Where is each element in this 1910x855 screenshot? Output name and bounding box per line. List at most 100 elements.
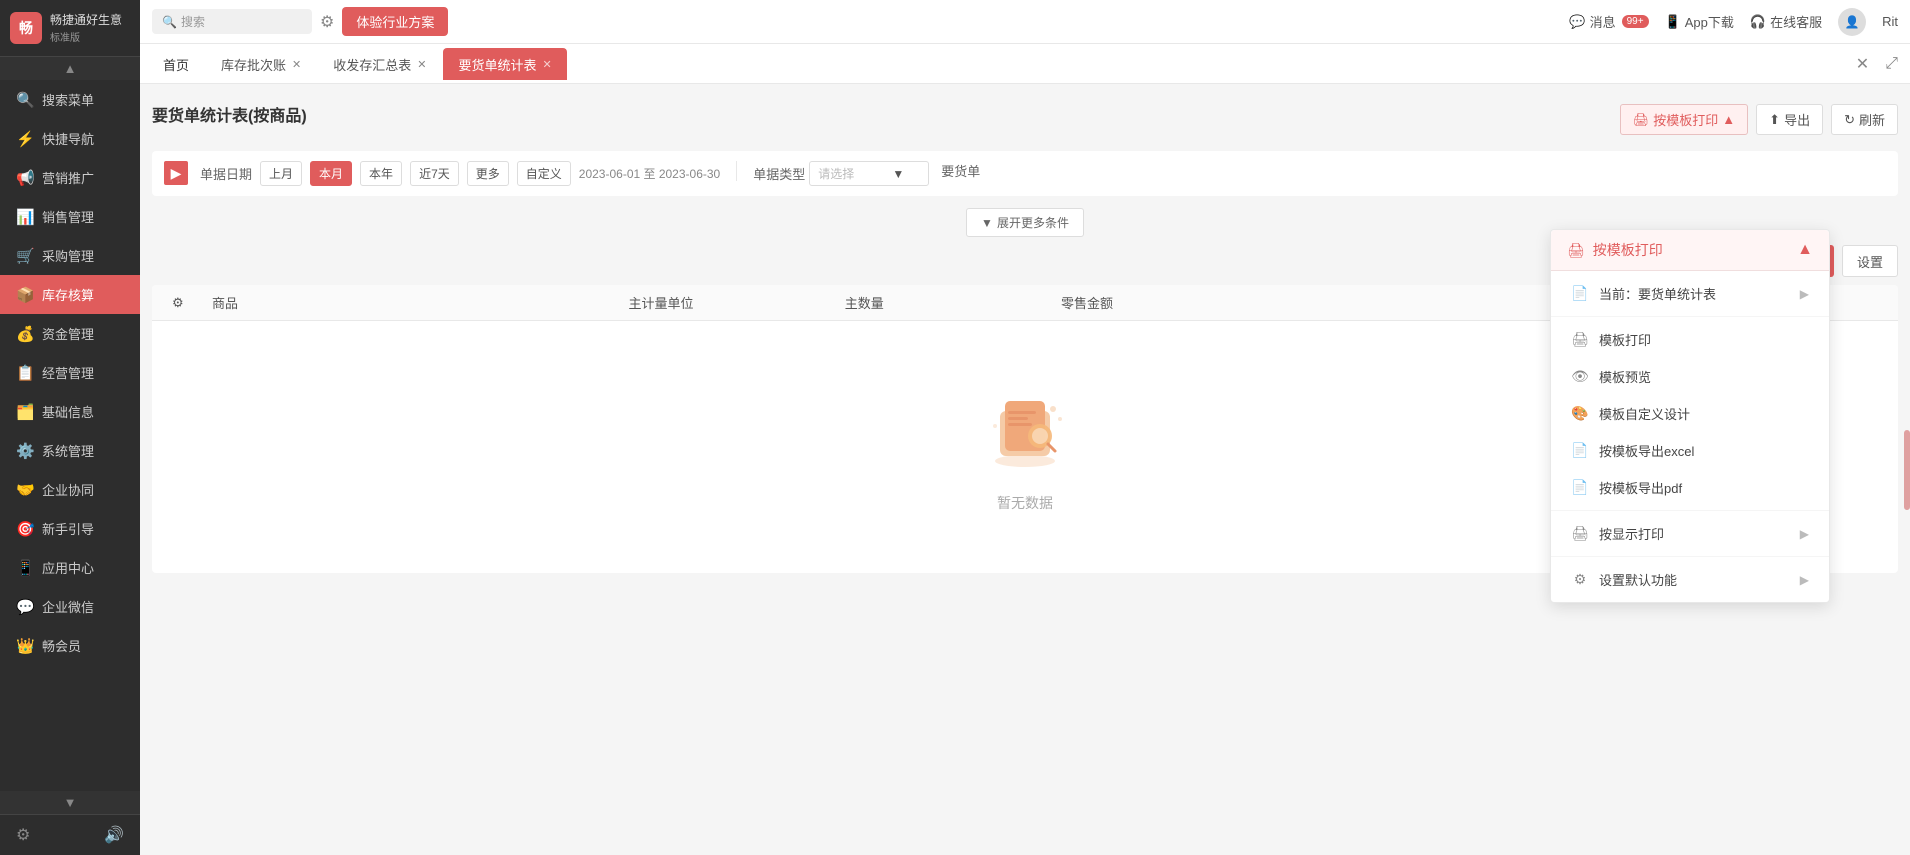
sidebar-item-sales[interactable]: 📊 销售管理 — [0, 197, 140, 236]
tab-batch-ledger-close[interactable]: ✕ — [292, 58, 301, 71]
table-col-setting[interactable]: ⚙ — [164, 295, 204, 311]
sidebar-item-finance[interactable]: 💰 资金管理 — [0, 314, 140, 353]
online-service-item[interactable]: 🎧 在线客服 — [1750, 12, 1822, 31]
sidebar-item-system[interactable]: ⚙️ 系统管理 — [0, 431, 140, 470]
corp-icon: 🤝 — [16, 481, 34, 499]
settings-icon[interactable]: ⚙ — [16, 825, 30, 845]
tab-order-stats[interactable]: 要货单统计表 ✕ — [443, 48, 566, 80]
operation-icon: 📋 — [16, 364, 34, 382]
sidebar-item-operation[interactable]: 📋 经营管理 — [0, 353, 140, 392]
settings-button[interactable]: 设置 — [1842, 245, 1898, 277]
avatar-icon: 👤 — [1845, 15, 1860, 29]
sidebar-item-corp[interactable]: 🤝 企业协同 — [0, 470, 140, 509]
dropdown-template-preview[interactable]: 👁 模板预览 — [1551, 358, 1829, 395]
sidebar-item-inventory[interactable]: 📦 库存核算 — [0, 275, 140, 314]
dropdown-template-print[interactable]: 🖨 模板打印 — [1551, 321, 1829, 358]
sidebar-item-search[interactable]: 🔍 搜索菜单 — [0, 80, 140, 119]
app-download-icon: 📱 — [1665, 14, 1681, 30]
type-select[interactable]: 请选择 ▼ — [809, 161, 929, 186]
prev-month-button[interactable]: 上月 — [260, 161, 302, 186]
dropdown-display-print[interactable]: 🖨 按显示打印 ▶ — [1551, 515, 1829, 552]
dropdown-current-section: 📄 当前：要货单统计表 ▶ — [1551, 271, 1829, 317]
custom-date-button[interactable]: 自定义 — [517, 161, 571, 186]
sidebar-item-member[interactable]: 👑 畅会员 — [0, 626, 140, 665]
dropdown-export-excel[interactable]: 📄 按模板导出excel — [1551, 432, 1829, 469]
sidebar-scroll-down[interactable]: ▼ — [0, 791, 140, 814]
tab-home-label: 首页 — [163, 55, 189, 74]
sidebar-scroll-up[interactable]: ▲ — [0, 57, 140, 80]
dropdown-header-left: 🖨 按模板打印 — [1567, 240, 1663, 260]
expand-icon[interactable]: ⤢ — [1881, 51, 1902, 77]
sales-icon: 📊 — [16, 208, 34, 226]
topbar: 🔍 搜索 ⚙ 体验行业方案 💬 消息 99+ 📱 App下载 🎧 在线客服 👤 … — [140, 0, 1910, 44]
user-avatar[interactable]: 👤 — [1838, 8, 1866, 36]
app-download-item[interactable]: 📱 App下载 — [1665, 12, 1734, 31]
dropdown-export-pdf[interactable]: 📄 按模板导出pdf — [1551, 469, 1829, 506]
chevron-right-icon-2: ▶ — [1800, 527, 1809, 541]
export-button[interactable]: ⬆ 导出 — [1756, 104, 1823, 135]
more-date-button[interactable]: 更多 — [467, 161, 509, 186]
sidebar-item-label: 企业协同 — [42, 480, 94, 499]
brand-text: 畅捷通好生意 标准版 — [50, 12, 122, 44]
dropdown-header: 🖨 按模板打印 ▲ — [1551, 230, 1829, 271]
sidebar-item-label: 营销推广 — [42, 168, 94, 187]
marketing-icon: 📢 — [16, 169, 34, 187]
messages-badge: 99+ — [1622, 15, 1649, 28]
expand-more-button[interactable]: ▼ 展开更多条件 — [966, 208, 1084, 237]
excel-icon: 📄 — [1571, 442, 1589, 459]
messages-label: 消息 — [1590, 12, 1616, 31]
chevron-right-icon-3: ▶ — [1800, 573, 1809, 587]
topbar-search[interactable]: 🔍 搜索 — [152, 9, 312, 34]
tab-order-stats-close[interactable]: ✕ — [543, 58, 552, 71]
type-filter: 单据类型 请选择 ▼ — [753, 161, 929, 186]
topbar-gear-icon[interactable]: ⚙ — [320, 12, 334, 32]
printer-icon: 🖨 — [1633, 112, 1650, 128]
sidebar-item-label: 搜索菜单 — [42, 90, 94, 109]
printer-icon: 🖨 — [1571, 331, 1589, 348]
filter-panel: ▶ 单据日期 上月 本月 本年 近7天 更多 自定义 2023-06-01 至 … — [152, 151, 1898, 196]
printer-header-icon: 🖨 — [1567, 242, 1585, 259]
headset-icon: 🎧 — [1750, 14, 1766, 30]
system-icon: ⚙️ — [16, 442, 34, 460]
main-area: 🔍 搜索 ⚙ 体验行业方案 💬 消息 99+ 📱 App下载 🎧 在线客服 👤 … — [140, 0, 1910, 855]
sidebar-item-label: 销售管理 — [42, 207, 94, 226]
sidebar-item-purchase[interactable]: 🛒 采购管理 — [0, 236, 140, 275]
scrollbar-handle[interactable] — [1904, 430, 1910, 510]
messages-item[interactable]: 💬 消息 99+ — [1569, 12, 1648, 31]
filter-toggle-button[interactable]: ▶ — [164, 161, 188, 185]
tab-batch-ledger[interactable]: 库存批次账 ✕ — [206, 48, 316, 80]
finance-icon: 💰 — [16, 325, 34, 343]
tab-receipt-summary[interactable]: 收发存汇总表 ✕ — [318, 48, 441, 80]
sidebar-item-marketing[interactable]: 📢 营销推广 — [0, 158, 140, 197]
dropdown-current-template[interactable]: 📄 当前：要货单统计表 ▶ — [1551, 275, 1829, 312]
sidebar-logo: 畅 畅捷通好生意 标准版 — [0, 0, 140, 57]
tab-home[interactable]: 首页 — [148, 48, 204, 80]
last7days-button[interactable]: 近7天 — [410, 161, 459, 186]
print-template-button[interactable]: 🖨 按模板打印 ▲ — [1620, 104, 1748, 135]
dropdown-template-custom[interactable]: 🎨 模板自定义设计 — [1551, 395, 1829, 432]
sidebar-item-label: 经营管理 — [42, 363, 94, 382]
dropdown-set-default-section: ⚙ 设置默认功能 ▶ — [1551, 557, 1829, 602]
sidebar-item-wechat[interactable]: 💬 企业微信 — [0, 587, 140, 626]
table-col-qty: 主数量 — [837, 293, 1053, 312]
eye-icon: 👁 — [1571, 368, 1589, 385]
date-range-display: 2023-06-01 至 2023-06-30 — [579, 165, 720, 182]
tab-receipt-summary-close[interactable]: ✕ — [417, 58, 426, 71]
export-icon: ⬆ — [1769, 112, 1780, 128]
audio-icon[interactable]: 🔊 — [104, 825, 124, 845]
dropdown-set-default[interactable]: ⚙ 设置默认功能 ▶ — [1551, 561, 1829, 598]
current-year-button[interactable]: 本年 — [360, 161, 402, 186]
dropdown-close-button[interactable]: ▲ — [1797, 241, 1813, 259]
sidebar-item-guide[interactable]: 🎯 新手引导 — [0, 509, 140, 548]
export-excel-label: 按模板导出excel — [1599, 441, 1694, 460]
refresh-button[interactable]: ↻ 刷新 — [1831, 104, 1898, 135]
sidebar: 畅 畅捷通好生意 标准版 ▲ 🔍 搜索菜单 ⚡ 快捷导航 📢 营销推广 📊 销售… — [0, 0, 140, 855]
sidebar-item-quick-nav[interactable]: ⚡ 快捷导航 — [0, 119, 140, 158]
sidebar-item-app-center[interactable]: 📱 应用中心 — [0, 548, 140, 587]
current-month-button[interactable]: 本月 — [310, 161, 352, 186]
date-filter-row: 单据日期 上月 本月 本年 近7天 更多 自定义 2023-06-01 至 20… — [200, 161, 720, 186]
industry-solution-button[interactable]: 体验行业方案 — [342, 7, 448, 36]
sidebar-item-basic[interactable]: 🗂️ 基础信息 — [0, 392, 140, 431]
app-logo-icon: 畅 — [10, 12, 42, 44]
close-window-icon[interactable]: ✕ — [1852, 50, 1873, 78]
